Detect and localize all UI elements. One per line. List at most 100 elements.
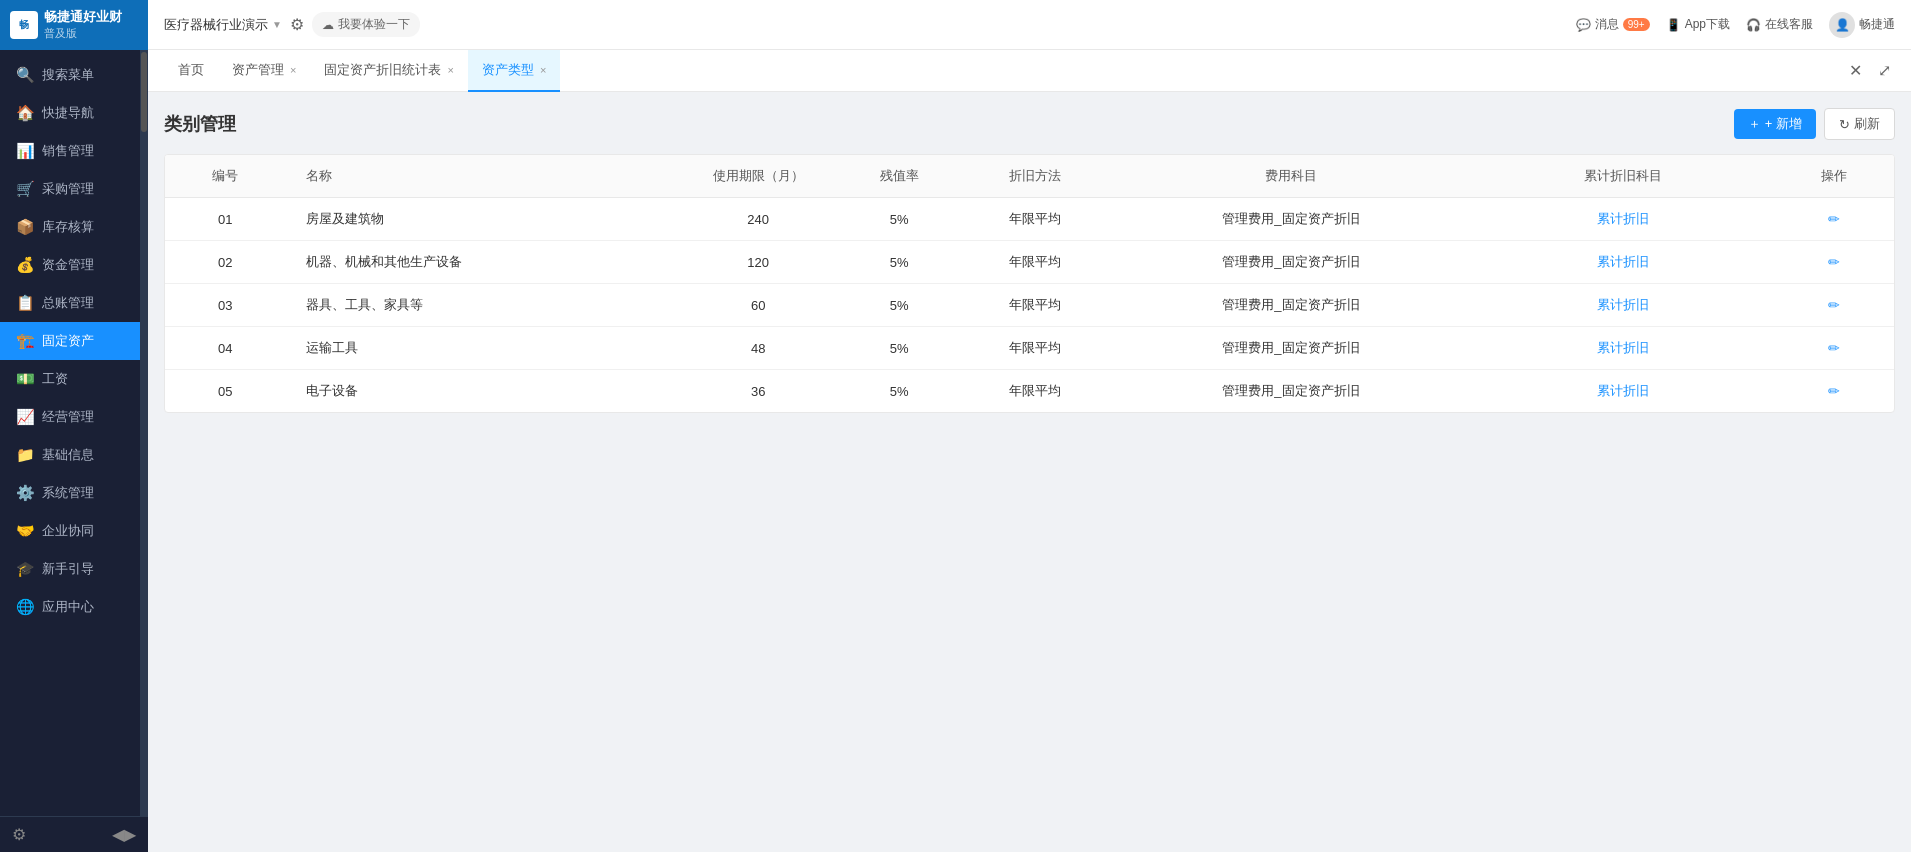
edit-icon[interactable]: ✏ <box>1828 211 1840 227</box>
company-selector[interactable]: 医疗器械行业演示 ▼ <box>164 16 282 34</box>
cell-ratio: 5% <box>839 327 960 370</box>
cell-action[interactable]: ✏ <box>1773 327 1894 370</box>
tab-close-icon[interactable]: × <box>540 64 546 76</box>
tab-depreciation[interactable]: 固定资产折旧统计表 × <box>310 50 467 92</box>
sidebar-item-basics[interactable]: 📁 基础信息 <box>0 436 140 474</box>
sidebar-item-inventory[interactable]: 📦 库存核算 <box>0 208 140 246</box>
sidebar-item-label: 采购管理 <box>42 180 94 198</box>
sidebar-item-appcenter[interactable]: 🌐 应用中心 <box>0 588 140 626</box>
edit-icon[interactable]: ✏ <box>1828 383 1840 399</box>
experience-button[interactable]: ☁ 我要体验一下 <box>312 12 420 37</box>
message-label: 消息 <box>1595 16 1619 33</box>
cell-accum: 累计折旧 <box>1472 327 1773 370</box>
message-button[interactable]: 💬 消息 99+ <box>1576 16 1650 33</box>
system-icon: ⚙️ <box>16 484 34 502</box>
tab-close-icon[interactable]: × <box>290 64 296 76</box>
sidebar-item-fixed[interactable]: 🏗️ 固定资产 <box>0 322 140 360</box>
sidebar-item-ledger[interactable]: 📋 总账管理 <box>0 284 140 322</box>
cell-code: 03 <box>165 284 286 327</box>
cell-name: 器具、工具、家具等 <box>286 284 678 327</box>
app-logo-icon: 畅 <box>10 11 38 39</box>
col-header-accum: 累计折旧科目 <box>1472 155 1773 198</box>
cell-method: 年限平均 <box>959 327 1110 370</box>
cell-expense: 管理费用_固定资产折旧 <box>1110 327 1472 370</box>
sidebar-item-collab[interactable]: 🤝 企业协同 <box>0 512 140 550</box>
tab-asset-mgmt[interactable]: 资产管理× <box>218 50 310 92</box>
sidebar-item-system[interactable]: ⚙️ 系统管理 <box>0 474 140 512</box>
new-button[interactable]: ＋ + 新增 <box>1734 109 1816 139</box>
refresh-button[interactable]: ↻ 刷新 <box>1824 108 1895 140</box>
edit-icon[interactable]: ✏ <box>1828 297 1840 313</box>
avatar: 👤 <box>1829 12 1855 38</box>
cell-ratio: 5% <box>839 241 960 284</box>
col-header-period: 使用期限（月） <box>678 155 839 198</box>
user-icon: 👤 <box>1835 18 1850 32</box>
cell-action[interactable]: ✏ <box>1773 241 1894 284</box>
experience-label: 我要体验一下 <box>338 16 410 33</box>
sidebar-item-label: 新手引导 <box>42 560 94 578</box>
sidebar-item-label: 资金管理 <box>42 256 94 274</box>
cell-name: 房屋及建筑物 <box>286 198 678 241</box>
company-settings-icon[interactable]: ⚙ <box>290 15 304 34</box>
cell-period: 60 <box>678 284 839 327</box>
sidebar-item-salary[interactable]: 💵 工资 <box>0 360 140 398</box>
sidebar-item-sales[interactable]: 📊 销售管理 <box>0 132 140 170</box>
edit-icon[interactable]: ✏ <box>1828 340 1840 356</box>
data-table: 编号 名称 使用期限（月） 残值率 折旧方法 费用科目 累计折旧科目 操作 01… <box>164 154 1895 413</box>
cell-code: 05 <box>165 370 286 413</box>
cell-action[interactable]: ✏ <box>1773 284 1894 327</box>
tab-close-icon[interactable]: × <box>447 64 453 76</box>
plus-icon: ＋ <box>1748 115 1761 133</box>
tab-label: 固定资产折旧统计表 <box>324 61 441 79</box>
cell-name: 机器、机械和其他生产设备 <box>286 241 678 284</box>
guide-icon: 🎓 <box>16 560 34 578</box>
customer-service-button[interactable]: 🎧 在线客服 <box>1746 16 1813 33</box>
tab-label: 首页 <box>178 61 204 79</box>
edit-icon[interactable]: ✏ <box>1828 254 1840 270</box>
sidebar-scrollbar[interactable] <box>140 50 148 816</box>
appcenter-icon: 🌐 <box>16 598 34 616</box>
search-icon: 🔍 <box>16 66 34 84</box>
refresh-icon: ↻ <box>1839 117 1850 132</box>
operations-icon: 📈 <box>16 408 34 426</box>
table-row: 05 电子设备 36 5% 年限平均 管理费用_固定资产折旧 累计折旧 ✏ <box>165 370 1894 413</box>
cell-action[interactable]: ✏ <box>1773 198 1894 241</box>
sidebar-item-label: 系统管理 <box>42 484 94 502</box>
finance-icon: 💰 <box>16 256 34 274</box>
sidebar-item-operations[interactable]: 📈 经营管理 <box>0 398 140 436</box>
sidebar-item-label: 企业协同 <box>42 522 94 540</box>
app-subtitle: 普及版 <box>44 26 122 41</box>
sidebar-item-purchase[interactable]: 🛒 采购管理 <box>0 170 140 208</box>
expand-tab-button[interactable]: ⤢ <box>1874 57 1895 84</box>
cell-method: 年限平均 <box>959 370 1110 413</box>
tab-home[interactable]: 首页 <box>164 50 218 92</box>
cell-method: 年限平均 <box>959 241 1110 284</box>
user-menu[interactable]: 👤 畅捷通 <box>1829 12 1895 38</box>
sidebar: 畅 畅捷通好业财 普及版 🔍 搜索菜单 🏠 快捷导航 📊 销售管理 🛒 采购管理… <box>0 0 148 852</box>
inventory-icon: 📦 <box>16 218 34 236</box>
refresh-button-label: 刷新 <box>1854 115 1880 133</box>
topbar-right: 💬 消息 99+ 📱 App下载 🎧 在线客服 👤 畅捷通 <box>1576 12 1895 38</box>
topbar: 医疗器械行业演示 ▼ ⚙ ☁ 我要体验一下 💬 消息 99+ 📱 App下载 🎧… <box>148 0 1911 50</box>
sidebar-item-label: 总账管理 <box>42 294 94 312</box>
sidebar-item-finance[interactable]: 💰 资金管理 <box>0 246 140 284</box>
collapse-icon[interactable]: ◀▶ <box>112 825 136 844</box>
close-tab-button[interactable]: ✕ <box>1845 57 1866 84</box>
col-header-expense: 费用科目 <box>1110 155 1472 198</box>
cell-method: 年限平均 <box>959 198 1110 241</box>
scrollbar-thumb <box>141 52 147 132</box>
sidebar-item-search[interactable]: 🔍 搜索菜单 <box>0 56 140 94</box>
page-actions: ＋ + 新增 ↻ 刷新 <box>1734 108 1895 140</box>
download-icon: 📱 <box>1666 18 1681 32</box>
cell-action[interactable]: ✏ <box>1773 370 1894 413</box>
table-row: 04 运输工具 48 5% 年限平均 管理费用_固定资产折旧 累计折旧 ✏ <box>165 327 1894 370</box>
sidebar-item-guide[interactable]: 🎓 新手引导 <box>0 550 140 588</box>
sidebar-item-quicknav[interactable]: 🏠 快捷导航 <box>0 94 140 132</box>
tab-asset-type[interactable]: 资产类型× <box>468 50 560 92</box>
app-download-label: App下载 <box>1685 16 1730 33</box>
cell-expense: 管理费用_固定资产折旧 <box>1110 370 1472 413</box>
cell-expense: 管理费用_固定资产折旧 <box>1110 284 1472 327</box>
app-download-button[interactable]: 📱 App下载 <box>1666 16 1730 33</box>
settings-icon[interactable]: ⚙ <box>12 825 26 844</box>
cell-method: 年限平均 <box>959 284 1110 327</box>
